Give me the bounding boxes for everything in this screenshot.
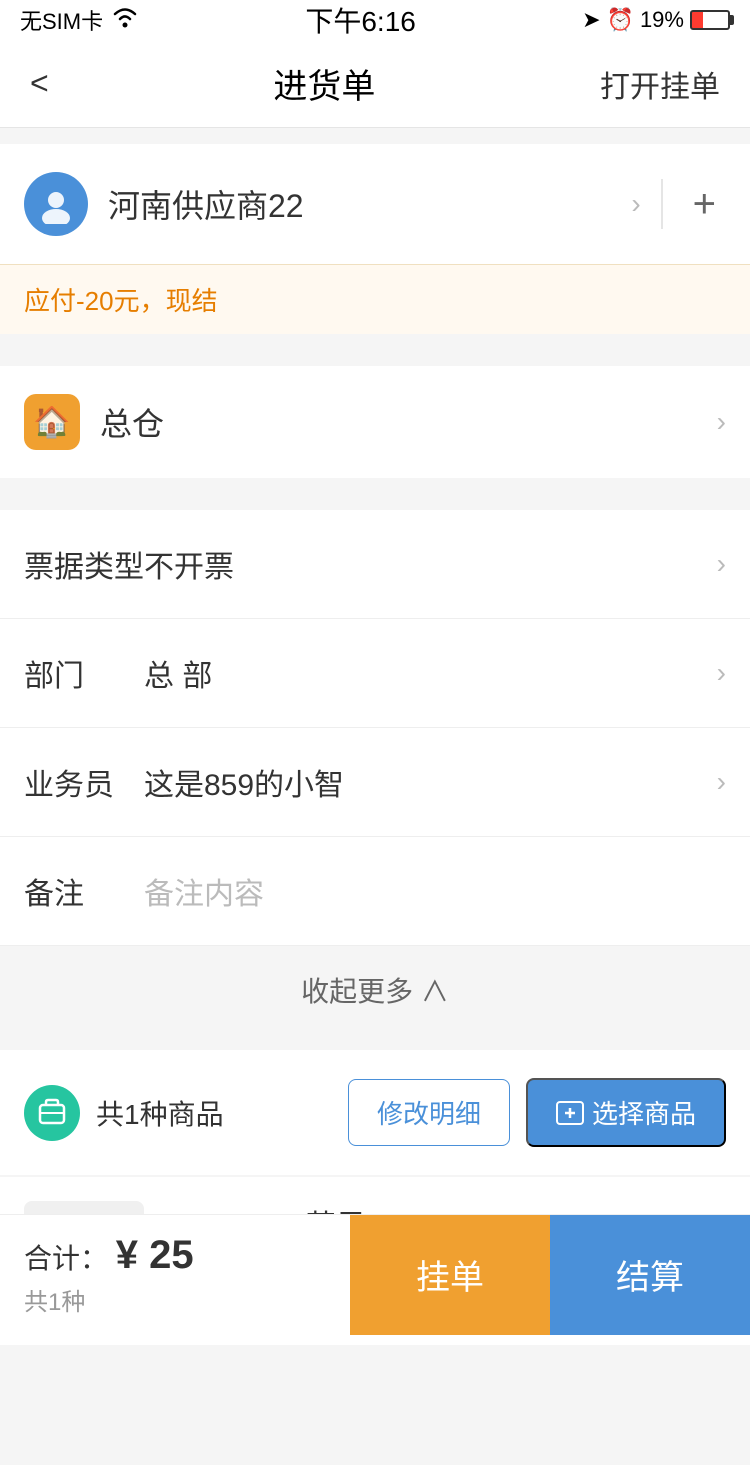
supplier-arrow-icon: › (631, 188, 640, 220)
supplier-name: 河南供应商22 (108, 181, 631, 227)
back-button[interactable]: < (30, 65, 49, 102)
invoice-type-label: 票据类型 (24, 542, 144, 586)
battery-icon (690, 10, 730, 30)
form-section: 票据类型 不开票 › 部门 总 部 › 业务员 这是859的小智 › 备注 备注… (0, 510, 750, 945)
warehouse-row[interactable]: 🏠 总仓 › (0, 366, 750, 478)
department-value: 总 部 (144, 651, 717, 695)
remark-value: 备注内容 (144, 869, 726, 913)
department-label: 部门 (24, 651, 144, 695)
warehouse-arrow-icon: › (717, 406, 726, 438)
invoice-arrow-icon: › (717, 548, 726, 580)
status-right: ➤ ⏰ 19% (582, 7, 730, 33)
location-icon: ➤ (582, 7, 600, 33)
total-amount: ¥ 25 (116, 1233, 194, 1277)
status-time: 下午6:16 (305, 0, 416, 40)
collapse-button[interactable]: 收起更多 ∧ (0, 945, 750, 1034)
products-icon (24, 1085, 80, 1141)
select-product-button[interactable]: 选择商品 (526, 1078, 726, 1147)
salesperson-row[interactable]: 业务员 这是859的小智 › (0, 728, 750, 837)
bottom-spacer (0, 1345, 750, 1465)
department-row[interactable]: 部门 总 部 › (0, 619, 750, 728)
carrier-label: 无SIM卡 (20, 4, 103, 36)
department-arrow-icon: › (717, 657, 726, 689)
add-supplier-button[interactable]: + (683, 182, 726, 227)
total-label: 合计： (24, 1243, 108, 1274)
remark-label: 备注 (24, 869, 144, 913)
warehouse-name: 总仓 (100, 399, 717, 445)
alarm-icon: ⏰ (607, 7, 634, 33)
warehouse-icon: 🏠 (33, 405, 70, 440)
settle-button[interactable]: 结算 (550, 1215, 750, 1335)
status-bar: 无SIM卡 下午6:16 ➤ ⏰ 19% (0, 0, 750, 40)
nav-bar: < 进货单 打开挂单 (0, 40, 750, 128)
warehouse-section: 🏠 总仓 › (0, 366, 750, 478)
products-header: 共1种商品 修改明细 选择商品 (0, 1050, 750, 1175)
section-divider-3 (0, 478, 750, 494)
total-section: 合计： ¥ 25 共1种 (0, 1233, 350, 1317)
pending-button[interactable]: 挂单 (350, 1215, 550, 1335)
remark-row[interactable]: 备注 备注内容 (0, 837, 750, 945)
bottom-bar: 合计： ¥ 25 共1种 挂单 结算 (0, 1214, 750, 1334)
debt-notice: 应付-20元，现结 (0, 264, 750, 334)
salesperson-arrow-icon: › (717, 766, 726, 798)
warehouse-icon-bg: 🏠 (24, 394, 80, 450)
open-pending-button[interactable]: 打开挂单 (600, 62, 720, 106)
invoice-type-row[interactable]: 票据类型 不开票 › (0, 510, 750, 619)
section-divider-1 (0, 128, 750, 144)
supplier-section: 河南供应商22 › + 应付-20元，现结 (0, 144, 750, 334)
products-count: 共1种商品 (96, 1093, 348, 1133)
avatar (24, 172, 88, 236)
supplier-row[interactable]: 河南供应商22 › + (0, 144, 750, 264)
select-product-label: 选择商品 (592, 1094, 696, 1131)
status-left: 无SIM卡 (20, 4, 139, 36)
salesperson-label: 业务员 (24, 760, 144, 804)
invoice-type-value: 不开票 (144, 542, 717, 586)
salesperson-value: 这是859的小智 (144, 760, 717, 804)
total-count: 共1种 (24, 1282, 326, 1317)
section-divider-2 (0, 334, 750, 350)
wifi-icon (111, 6, 139, 34)
supplier-divider (661, 179, 663, 229)
edit-details-button[interactable]: 修改明细 (348, 1079, 510, 1146)
battery-percent: 19% (640, 7, 684, 33)
page-title: 进货单 (273, 59, 375, 108)
